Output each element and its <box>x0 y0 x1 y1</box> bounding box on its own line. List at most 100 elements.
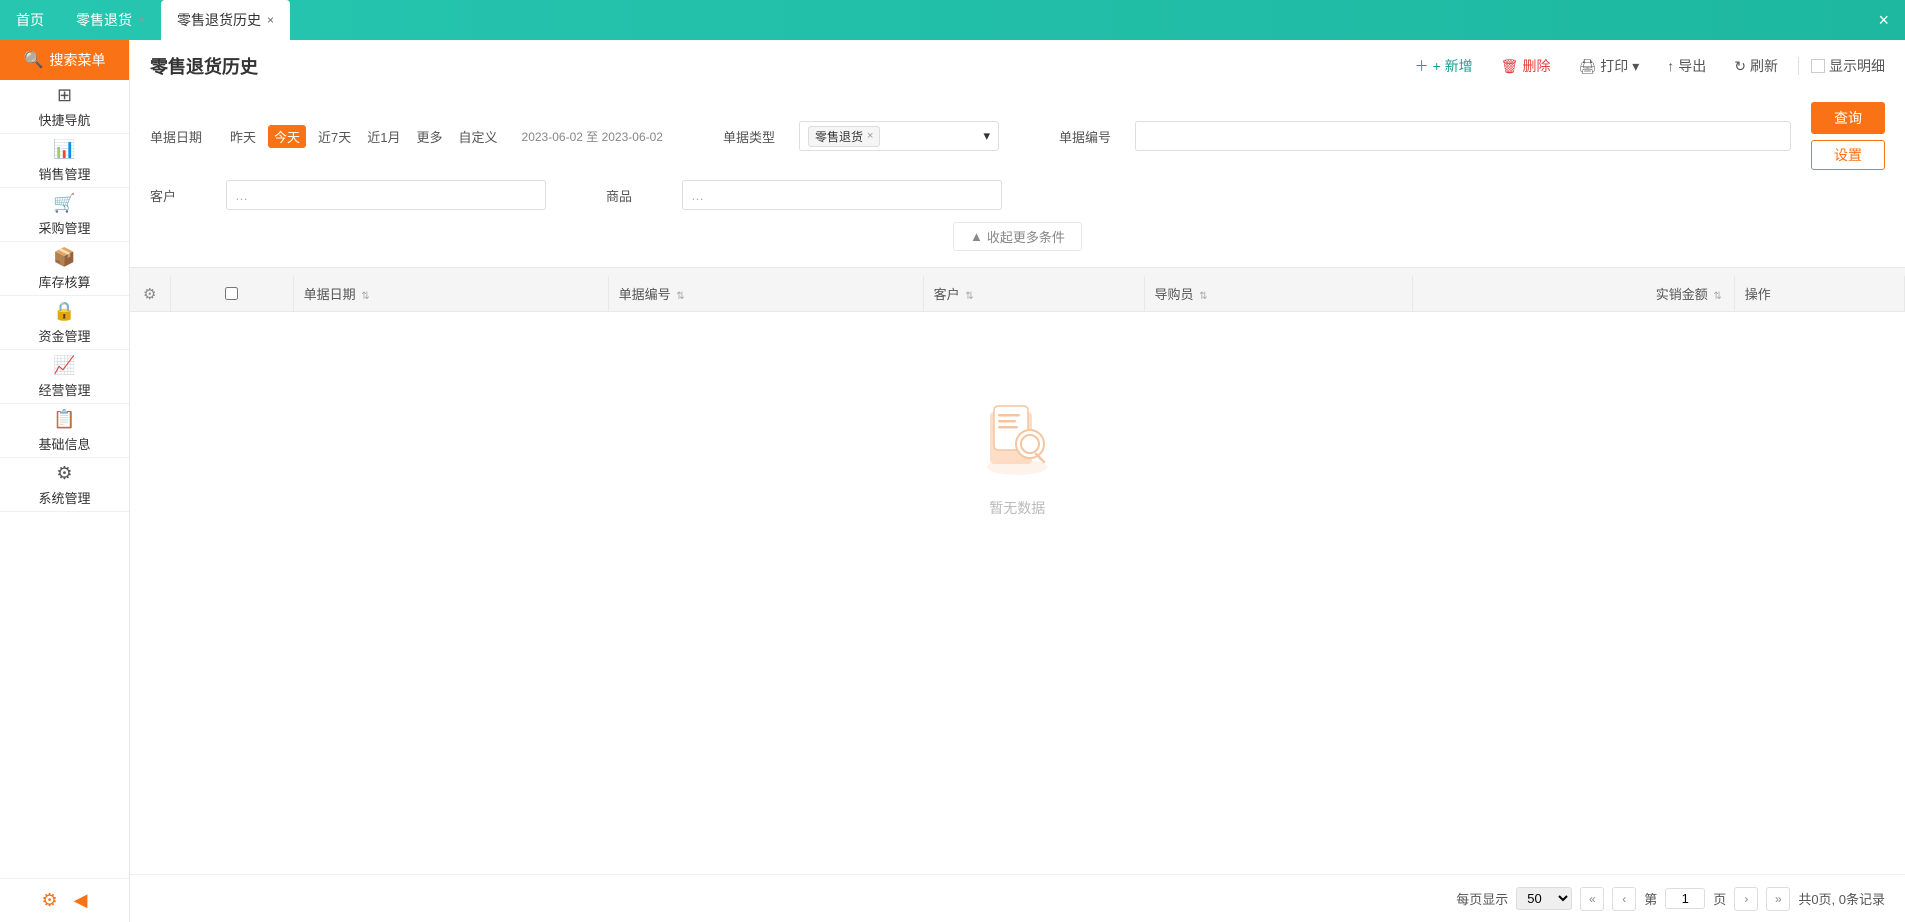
table-date-col[interactable]: 单据日期 ⇅ <box>293 276 608 312</box>
delete-icon: 🗑 <box>1501 58 1519 75</box>
sidebar-search[interactable]: 🔍 搜索菜单 <box>0 40 129 80</box>
sidebar-item-inventory-label: 库存核算 <box>38 272 90 291</box>
inventory-icon: 📦 <box>53 247 75 268</box>
refresh-label: 刷新 <box>1750 56 1778 76</box>
delete-button[interactable]: 🗑 删除 <box>1493 52 1559 80</box>
sidebar-item-ops-mgmt[interactable]: 📈 经营管理 <box>0 350 129 404</box>
action-btns: 查询 设置 <box>1811 102 1885 170</box>
collapse-more-button[interactable]: ▲ 收起更多条件 <box>953 222 1082 251</box>
per-page-select[interactable]: 50 100 200 <box>1516 887 1572 910</box>
date-btn-1month[interactable]: 近1月 <box>363 125 404 148</box>
sidebar-item-ops-label: 经营管理 <box>38 380 90 399</box>
date-btn-7days[interactable]: 近7天 <box>314 125 355 148</box>
collapse-up-icon: ▲ <box>970 229 983 244</box>
new-button[interactable]: ＋ + 新增 <box>1407 52 1481 80</box>
table-container: ⚙ 单据日期 ⇅ 单据编号 ⇅ <box>130 276 1905 874</box>
settings-bottom-icon[interactable]: ⚙ <box>42 890 58 911</box>
sidebar-search-label: 搜索菜单 <box>49 50 105 70</box>
collapse-sidebar-icon[interactable]: ◀ <box>74 890 88 911</box>
date-btn-yesterday[interactable]: 昨天 <box>226 125 260 148</box>
sidebar-item-purchase-mgmt[interactable]: 🛒 采购管理 <box>0 188 129 242</box>
page-input[interactable] <box>1665 888 1705 909</box>
show-detail[interactable]: 显示明细 <box>1811 56 1885 76</box>
tab-retail-return-close[interactable]: × <box>138 13 145 27</box>
sidebar-item-sales-mgmt[interactable]: 📊 销售管理 <box>0 134 129 188</box>
last-page-button[interactable]: » <box>1766 887 1790 911</box>
voucher-no-input[interactable] <box>1135 121 1791 151</box>
toolbar: ＋ + 新增 🗑 删除 🖨 打印 ▾ ↑ 导出 <box>1407 52 1885 80</box>
print-button[interactable]: 🖨 打印 ▾ <box>1570 52 1647 80</box>
export-button[interactable]: ↑ 导出 <box>1659 52 1714 80</box>
voucher-type-remove-icon[interactable]: × <box>867 130 873 142</box>
filter-row-customer: 客户 … 商品 … <box>150 180 1885 210</box>
quick-nav-icon: ⊞ <box>57 85 72 106</box>
date-btn-group: 昨天 今天 近7天 近1月 更多 自定义 <box>226 125 502 148</box>
customer-input[interactable]: … <box>226 180 546 210</box>
date-btn-more[interactable]: 更多 <box>413 125 447 148</box>
page-label: 第 <box>1644 889 1657 908</box>
no-col-label: 单据编号 <box>619 287 671 302</box>
sidebar-item-base-info[interactable]: 📋 基础信息 <box>0 404 129 458</box>
next-page-button[interactable]: › <box>1734 887 1758 911</box>
sidebar-bottom: ⚙ ◀ <box>0 878 129 922</box>
select-all-input[interactable] <box>225 287 238 300</box>
table-no-col[interactable]: 单据编号 ⇅ <box>608 276 923 312</box>
amount-sort-icon[interactable]: ⇅ <box>1713 291 1721 302</box>
voucher-type-select[interactable]: 零售退货 × ▾ <box>799 121 999 151</box>
refresh-icon: ↻ <box>1734 58 1746 75</box>
guide-col-label: 导购员 <box>1155 287 1194 302</box>
date-btn-today[interactable]: 今天 <box>268 125 306 148</box>
sidebar-item-finance-mgmt[interactable]: 🔒 资金管理 <box>0 296 129 350</box>
table-customer-col[interactable]: 客户 ⇅ <box>923 276 1144 312</box>
table-guide-col[interactable]: 导购员 ⇅ <box>1144 276 1412 312</box>
empty-row: 暂无数据 <box>130 312 1905 599</box>
goods-input[interactable]: … <box>682 180 1002 210</box>
content-area: 零售退货历史 ＋ + 新增 🗑 删除 🖨 打印 ▾ <box>130 40 1905 922</box>
tab-home[interactable]: 首页 <box>0 0 60 40</box>
filter-row-date: 单据日期 昨天 今天 近7天 近1月 更多 自定义 2023-06-02 至 2… <box>150 102 1885 170</box>
prev-page-button[interactable]: ‹ <box>1612 887 1636 911</box>
page-header: 零售退货历史 ＋ + 新增 🗑 删除 🖨 打印 ▾ <box>130 40 1905 268</box>
table-amount-col[interactable]: 实销金额 ⇅ <box>1412 276 1734 312</box>
delete-label: 删除 <box>1522 56 1550 76</box>
sidebar-item-base-label: 基础信息 <box>38 434 90 453</box>
date-btn-custom[interactable]: 自定义 <box>455 125 502 148</box>
data-table: ⚙ 单据日期 ⇅ 单据编号 ⇅ <box>130 276 1905 598</box>
no-sort-icon[interactable]: ⇅ <box>676 291 684 302</box>
select-all-checkbox[interactable] <box>181 287 283 300</box>
export-icon: ↑ <box>1667 58 1674 74</box>
first-page-button[interactable]: « <box>1580 887 1604 911</box>
top-nav: 首页 零售退货 × 零售退货历史 × × <box>0 0 1905 40</box>
show-detail-checkbox[interactable] <box>1811 59 1825 73</box>
sales-icon: 📊 <box>53 139 75 160</box>
new-label: + 新增 <box>1433 56 1473 76</box>
sidebar-item-purchase-label: 采购管理 <box>38 218 90 237</box>
set-button[interactable]: 设置 <box>1811 140 1885 170</box>
sidebar-item-inventory[interactable]: 📦 库存核算 <box>0 242 129 296</box>
customer-col-label: 客户 <box>934 287 960 302</box>
date-sort-icon[interactable]: ⇅ <box>361 291 369 302</box>
ops-icon: 📈 <box>53 355 75 376</box>
page-header-row1: 零售退货历史 ＋ + 新增 🗑 删除 🖨 打印 ▾ <box>150 52 1885 80</box>
customer-sort-icon[interactable]: ⇅ <box>965 291 973 302</box>
query-button[interactable]: 查询 <box>1811 102 1885 134</box>
empty-cell: 暂无数据 <box>130 312 1905 599</box>
export-label: 导出 <box>1678 56 1706 76</box>
refresh-button[interactable]: ↻ 刷新 <box>1726 52 1786 80</box>
table-settings-icon[interactable]: ⚙ <box>143 286 156 303</box>
sidebar-item-sys-label: 系统管理 <box>38 488 90 507</box>
toolbar-divider <box>1798 57 1799 75</box>
print-label: 打印 <box>1600 56 1628 76</box>
guide-sort-icon[interactable]: ⇅ <box>1199 291 1207 302</box>
tab-retail-return-history-close[interactable]: × <box>267 13 274 27</box>
tab-retail-return-history[interactable]: 零售退货历史 × <box>161 0 290 40</box>
date-range-display: 2023-06-02 至 2023-06-02 <box>522 128 663 145</box>
voucher-type-tag-text: 零售退货 <box>815 128 863 145</box>
window-close-button[interactable]: × <box>1878 10 1889 31</box>
table-header-row: ⚙ 单据日期 ⇅ 单据编号 ⇅ <box>130 276 1905 312</box>
sidebar-item-quick-nav[interactable]: ⊞ 快捷导航 <box>0 80 129 134</box>
voucher-no-label: 单据编号 <box>1059 127 1115 146</box>
per-page-label: 每页显示 <box>1456 889 1508 908</box>
tab-retail-return[interactable]: 零售退货 × <box>60 0 161 40</box>
sidebar-item-sys-mgmt[interactable]: ⚙ 系统管理 <box>0 458 129 512</box>
